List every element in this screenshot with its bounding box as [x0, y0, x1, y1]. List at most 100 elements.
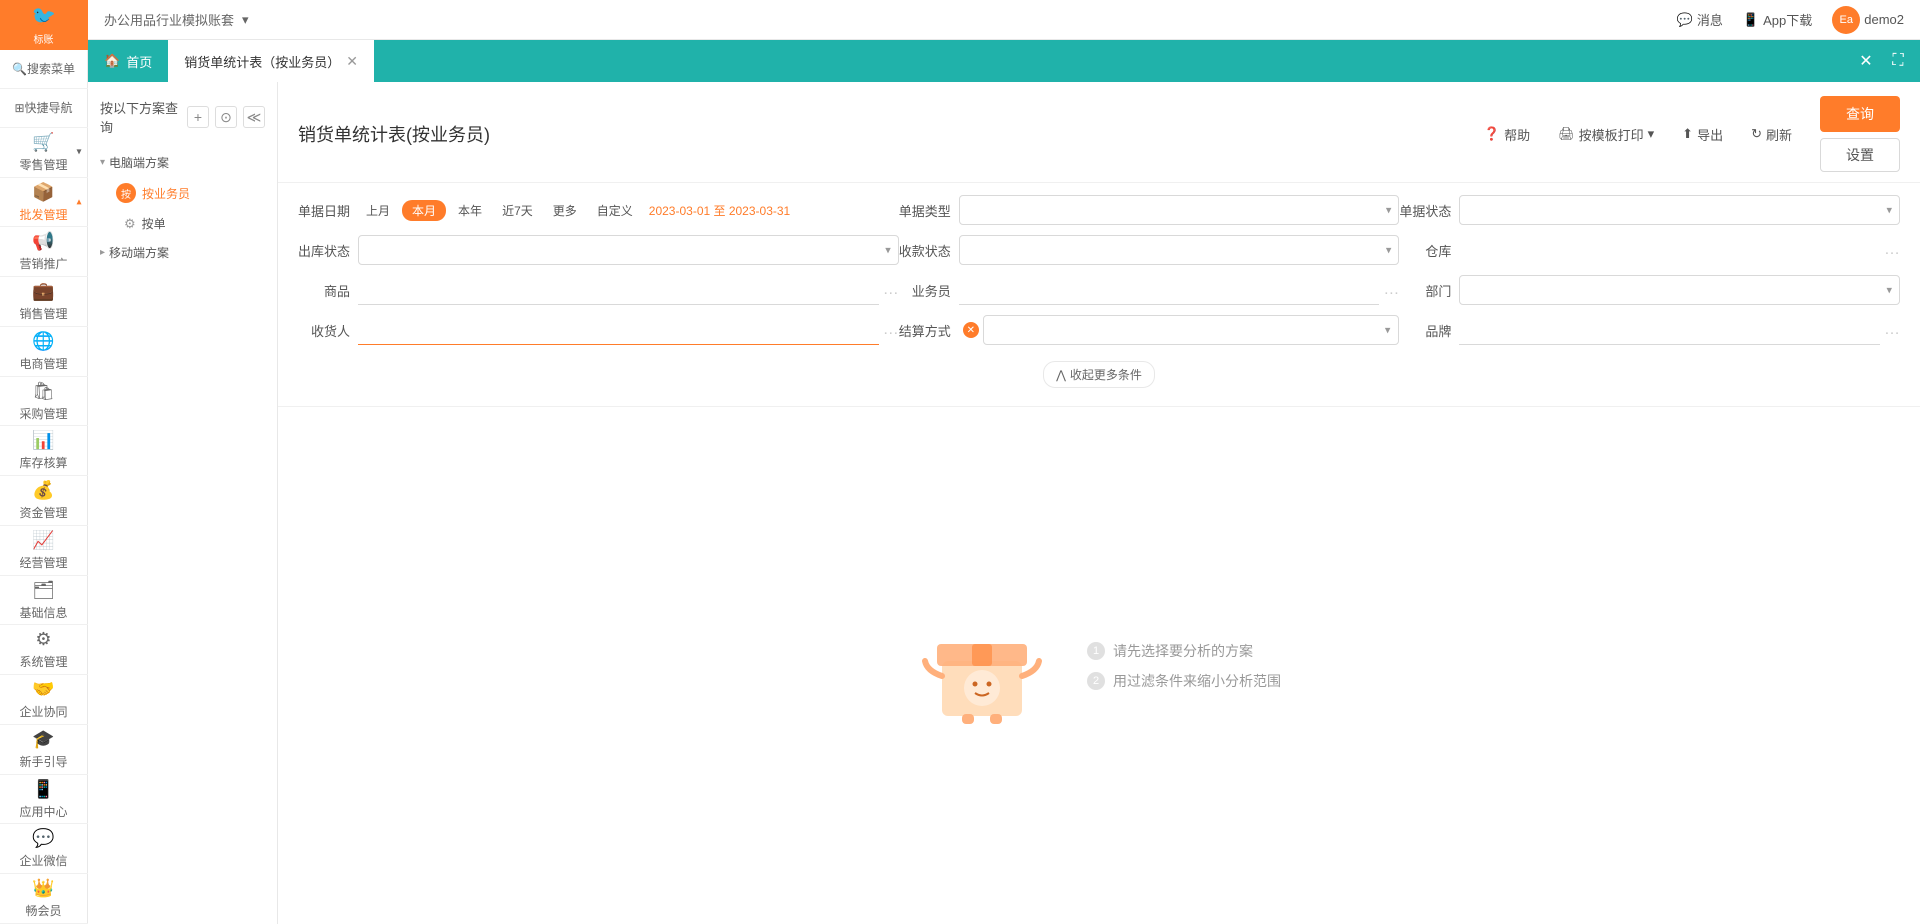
settlement-clear-icon[interactable]: ✕ — [963, 322, 979, 338]
finance-icon: 💰 — [32, 480, 54, 501]
left-panel-title: 按以下方案查询 — [100, 98, 187, 136]
brand-input[interactable] — [1459, 315, 1880, 345]
brand-dots[interactable]: … — [1884, 321, 1900, 339]
help-button[interactable]: ❓ 帮助 — [1476, 121, 1538, 148]
collapse-panel-button[interactable]: ≪ — [243, 106, 265, 128]
tab-close-icon[interactable]: ✕ — [346, 53, 358, 70]
print-button[interactable]: 🖨 按模板打印 ▾ — [1550, 121, 1662, 148]
page-actions: ❓ 帮助 🖨 按模板打印 ▾ ⬆ 导出 ↻ 刷新 — [1476, 96, 1900, 172]
sidebar-item-operations[interactable]: 📈 经营管理 — [0, 526, 88, 576]
query-button[interactable]: 查询 — [1820, 96, 1900, 132]
out-status-label: 出库状态 — [298, 241, 350, 260]
header-actions: 💬 消息 📱 App下载 Ea demo2 — [1677, 6, 1904, 34]
right-content: 销货单统计表(按业务员) ❓ 帮助 🖨 按模板打印 ▾ ⬆ 导出 — [278, 82, 1920, 924]
collapse-button[interactable]: ⋀ 收起更多条件 — [1043, 361, 1155, 388]
filter-brand-field: 品牌 … — [1399, 315, 1900, 345]
breadcrumb: 办公用品行业模拟账套 ▾ — [104, 10, 249, 29]
download-icon: 📱 — [1743, 12, 1759, 28]
sidebar-item-wholesale[interactable]: 📦 批发管理 ▴ — [0, 178, 88, 228]
edit-scheme-button[interactable]: ⊙ — [215, 106, 237, 128]
status-select[interactable]: ▾ — [1459, 195, 1900, 225]
edit-icon: ⊙ — [220, 109, 232, 126]
date-this-year-button[interactable]: 本年 — [450, 200, 490, 221]
app-download-button[interactable]: 📱 App下载 — [1743, 10, 1812, 29]
retail-icon: 🛒 — [32, 132, 54, 153]
tab-bar-actions: ✕ ⛶ — [1852, 47, 1920, 75]
settings-button[interactable]: 设置 — [1820, 138, 1900, 172]
warehouse-input[interactable] — [1459, 235, 1880, 265]
sidebar-item-system[interactable]: ⚙ 系统管理 — [0, 625, 88, 675]
tree-item-pc[interactable]: ▾ 电脑端方案 — [88, 148, 277, 177]
export-button[interactable]: ⬆ 导出 — [1674, 121, 1731, 148]
tab-sales-stat[interactable]: 销货单统计表（按业务员） ✕ — [168, 40, 374, 82]
warehouse-dots[interactable]: … — [1884, 241, 1900, 259]
empty-hint-2: 2 用过滤条件来缩小分析范围 — [1087, 671, 1281, 691]
top-header: 办公用品行业模拟账套 ▾ 💬 消息 📱 App下载 Ea demo2 — [88, 0, 1920, 40]
add-icon: + — [194, 109, 202, 125]
sales-rep-dots[interactable]: … — [1383, 281, 1399, 299]
message-button[interactable]: 💬 消息 — [1677, 10, 1723, 29]
sidebar-item-quicknav[interactable]: ⊞ 快捷导航 — [0, 89, 88, 128]
filter-type-field: 单据类型 ▾ — [899, 195, 1400, 225]
sidebar-item-sales[interactable]: 💼 销售管理 — [0, 277, 88, 327]
print-arrow-icon: ▾ — [1648, 126, 1655, 142]
date-label: 单据日期 — [298, 201, 350, 220]
user-profile-button[interactable]: Ea demo2 — [1832, 6, 1904, 34]
refresh-icon: ↻ — [1751, 126, 1762, 142]
filter-settlement-field: 结算方式 ✕ ▾ — [899, 315, 1400, 345]
date-custom-button[interactable]: 自定义 — [589, 200, 641, 221]
brand-label: 品牌 — [1399, 321, 1451, 340]
date-this-month-button[interactable]: 本月 — [402, 200, 446, 221]
goods-input[interactable] — [358, 275, 879, 305]
dept-label: 部门 — [1399, 281, 1451, 300]
sidebar-item-marketing[interactable]: 📢 营销推广 — [0, 227, 88, 277]
filter-recipient-field: 收货人 … — [298, 315, 899, 345]
collapse-row: ⋀ 收起更多条件 — [298, 355, 1900, 394]
date-more-button[interactable]: 更多 — [545, 200, 585, 221]
wechat-icon: 💬 — [32, 828, 54, 849]
sidebar-item-member[interactable]: 👑 畅会员 — [0, 874, 88, 924]
tree-item-mobile[interactable]: ▸ 移动端方案 — [88, 238, 277, 267]
refresh-button[interactable]: ↻ 刷新 — [1743, 121, 1800, 148]
add-scheme-button[interactable]: + — [187, 106, 209, 128]
date-last-month-button[interactable]: 上月 — [358, 200, 398, 221]
dept-select[interactable]: ▾ — [1459, 275, 1900, 305]
sidebar-item-finance[interactable]: 💰 资金管理 — [0, 476, 88, 526]
sidebar-item-enterprise[interactable]: 🤝 企业协同 — [0, 675, 88, 725]
collect-status-select[interactable]: ▾ — [959, 235, 1400, 265]
tree-sub-item-sales-rep[interactable]: 按 按业务员 — [88, 177, 277, 209]
sidebar-item-search[interactable]: 🔍 搜索菜单 — [0, 50, 88, 89]
sidebar-item-app-center[interactable]: 📱 应用中心 — [0, 775, 88, 825]
out-status-select[interactable]: ▾ — [358, 235, 899, 265]
settlement-select[interactable]: ▾ — [983, 315, 1400, 345]
sales-rep-input[interactable] — [959, 275, 1380, 305]
sidebar-item-inventory[interactable]: 📊 库存核算 — [0, 426, 88, 476]
page-title: 销货单统计表(按业务员) — [298, 121, 490, 147]
sales-rep-label: 业务员 — [899, 281, 951, 300]
date-filter: 上月 本月 本年 近7天 更多 自定义 2023-03-01 至 2023-03… — [358, 200, 790, 221]
out-status-arrow-icon: ▾ — [885, 244, 891, 257]
left-panel: 按以下方案查询 + ⊙ ≪ ▾ 电脑端方案 — [88, 82, 278, 924]
sidebar-item-retail[interactable]: 🛒 零售管理 ▾ — [0, 128, 88, 178]
tree-sub-item-order[interactable]: ⚙ 按单 — [88, 209, 277, 238]
sales-rep-scheme-icon: 按 — [116, 183, 136, 203]
recipient-label: 收货人 — [298, 321, 350, 340]
app-logo[interactable]: 🐦 标账 — [0, 0, 88, 50]
sidebar-item-basic[interactable]: 🗂 基础信息 — [0, 576, 88, 626]
system-icon: ⚙ — [35, 629, 51, 650]
recipient-dots[interactable]: … — [883, 321, 899, 339]
goods-dots[interactable]: … — [883, 281, 899, 299]
type-select[interactable]: ▾ — [959, 195, 1400, 225]
sidebar-item-newbie[interactable]: 🎓 新手引导 — [0, 725, 88, 775]
sidebar-item-purchase[interactable]: 🛍 采购管理 — [0, 377, 88, 427]
tab-home[interactable]: 🏠 首页 — [88, 40, 168, 82]
search-icon: 🔍 — [12, 62, 27, 76]
tab-maximize-button[interactable]: ⛶ — [1884, 47, 1912, 75]
sidebar-item-ecommerce[interactable]: 🌐 电商管理 — [0, 327, 88, 377]
sidebar-item-wechat[interactable]: 💬 企业微信 — [0, 824, 88, 874]
collect-status-label: 收款状态 — [899, 241, 951, 260]
tree-section: ▾ 电脑端方案 按 按业务员 ⚙ 按单 ▸ 移动端方案 — [88, 144, 277, 271]
date-7days-button[interactable]: 近7天 — [494, 200, 541, 221]
recipient-input[interactable] — [358, 315, 879, 345]
tab-close-window-button[interactable]: ✕ — [1852, 47, 1880, 75]
